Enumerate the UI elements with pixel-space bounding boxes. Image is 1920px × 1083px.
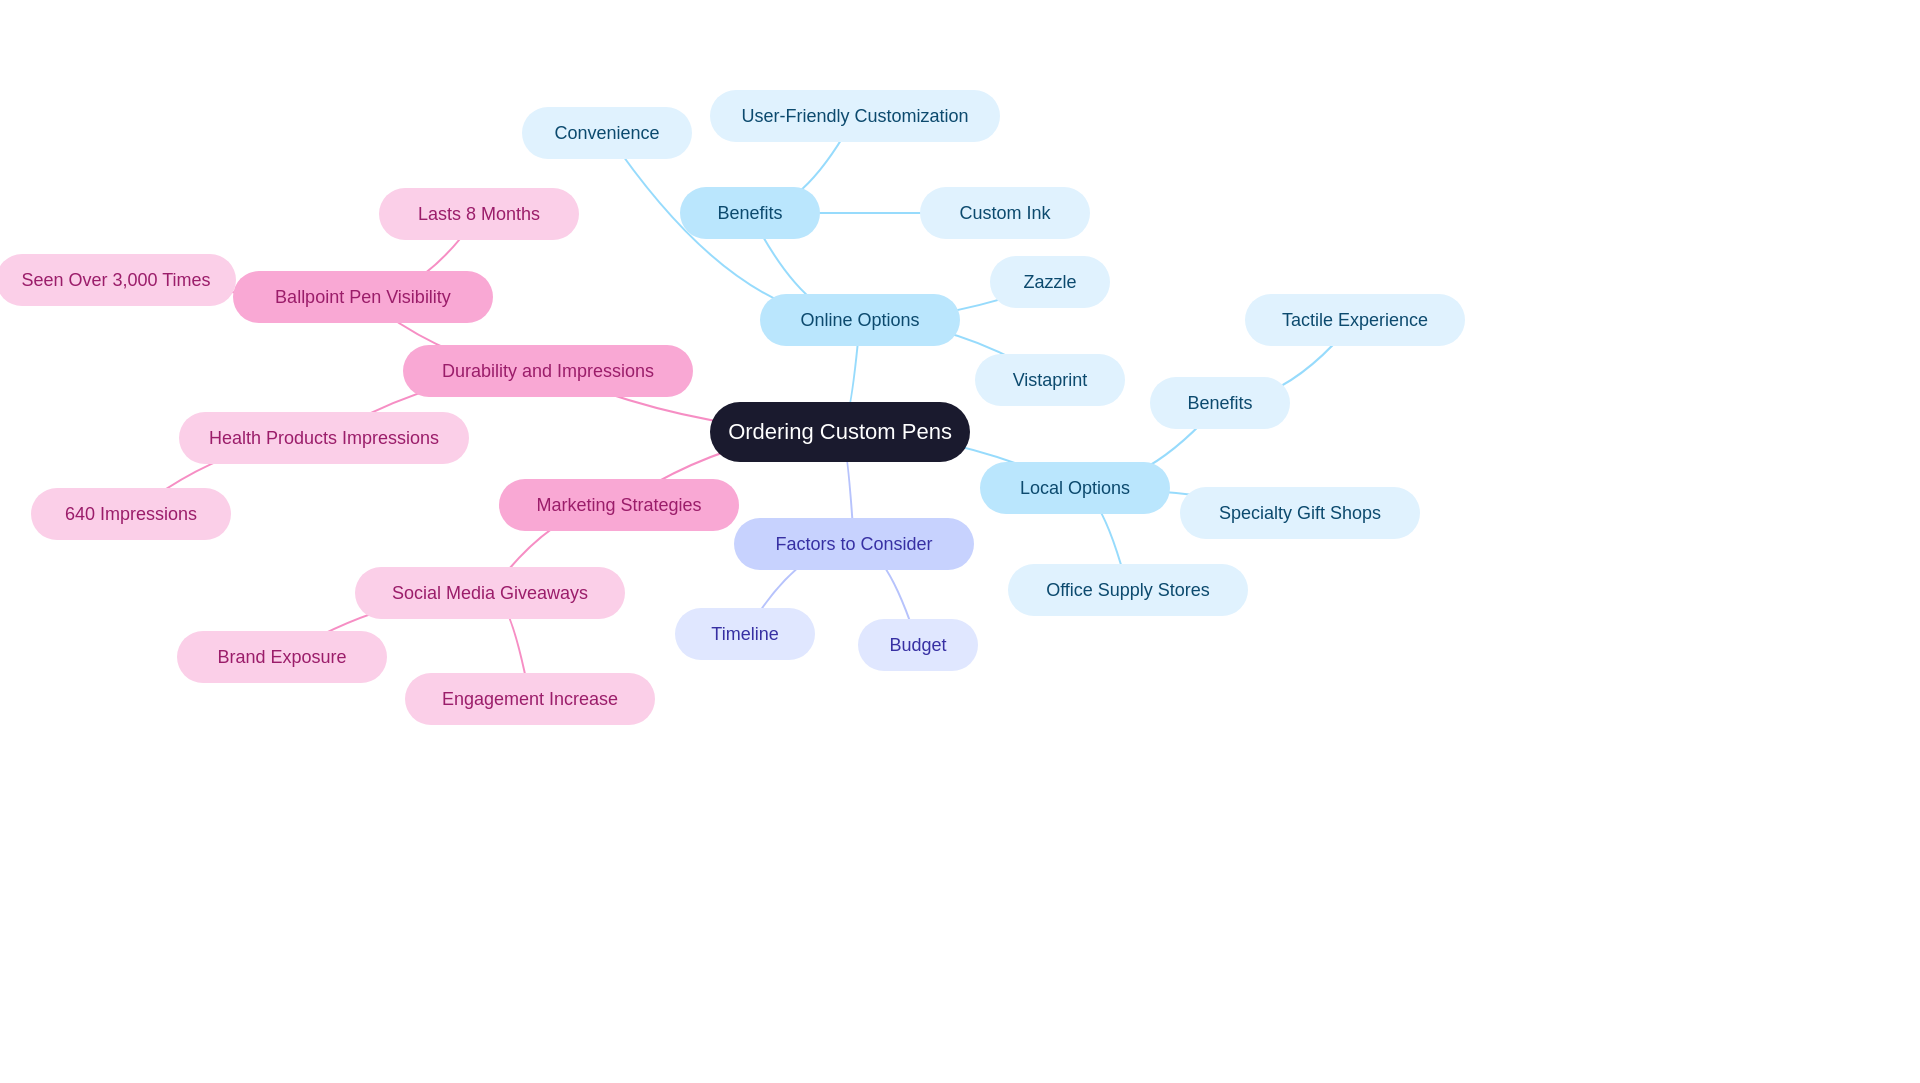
node-factors[interactable]: Factors to Consider (734, 518, 974, 570)
node-benefits-local[interactable]: Benefits (1150, 377, 1290, 429)
node-lasts[interactable]: Lasts 8 Months (379, 188, 579, 240)
node-user-friendly[interactable]: User-Friendly Customization (710, 90, 1000, 142)
node-ballpoint[interactable]: Ballpoint Pen Visibility (233, 271, 493, 323)
node-office-supply[interactable]: Office Supply Stores (1008, 564, 1248, 616)
node-marketing[interactable]: Marketing Strategies (499, 479, 739, 531)
node-brand-exposure[interactable]: Brand Exposure (177, 631, 387, 683)
mind-map-container: Ordering Custom Pens Online Options Benefi… (0, 0, 1920, 1083)
node-zazzle[interactable]: Zazzle (990, 256, 1110, 308)
node-convenience[interactable]: Convenience (522, 107, 692, 159)
node-impressions[interactable]: 640 Impressions (31, 488, 231, 540)
node-durability[interactable]: Durability and Impressions (403, 345, 693, 397)
node-custom-ink[interactable]: Custom Ink (920, 187, 1090, 239)
node-budget[interactable]: Budget (858, 619, 978, 671)
node-social-media[interactable]: Social Media Giveaways (355, 567, 625, 619)
node-center[interactable]: Ordering Custom Pens (710, 402, 970, 462)
node-specialty-gift[interactable]: Specialty Gift Shops (1180, 487, 1420, 539)
node-seen[interactable]: Seen Over 3,000 Times (0, 254, 236, 306)
node-local-options[interactable]: Local Options (980, 462, 1170, 514)
node-online-options[interactable]: Online Options (760, 294, 960, 346)
node-vistaprint[interactable]: Vistaprint (975, 354, 1125, 406)
node-health[interactable]: Health Products Impressions (179, 412, 469, 464)
node-timeline[interactable]: Timeline (675, 608, 815, 660)
node-tactile[interactable]: Tactile Experience (1245, 294, 1465, 346)
node-engagement[interactable]: Engagement Increase (405, 673, 655, 725)
node-benefits-online[interactable]: Benefits (680, 187, 820, 239)
